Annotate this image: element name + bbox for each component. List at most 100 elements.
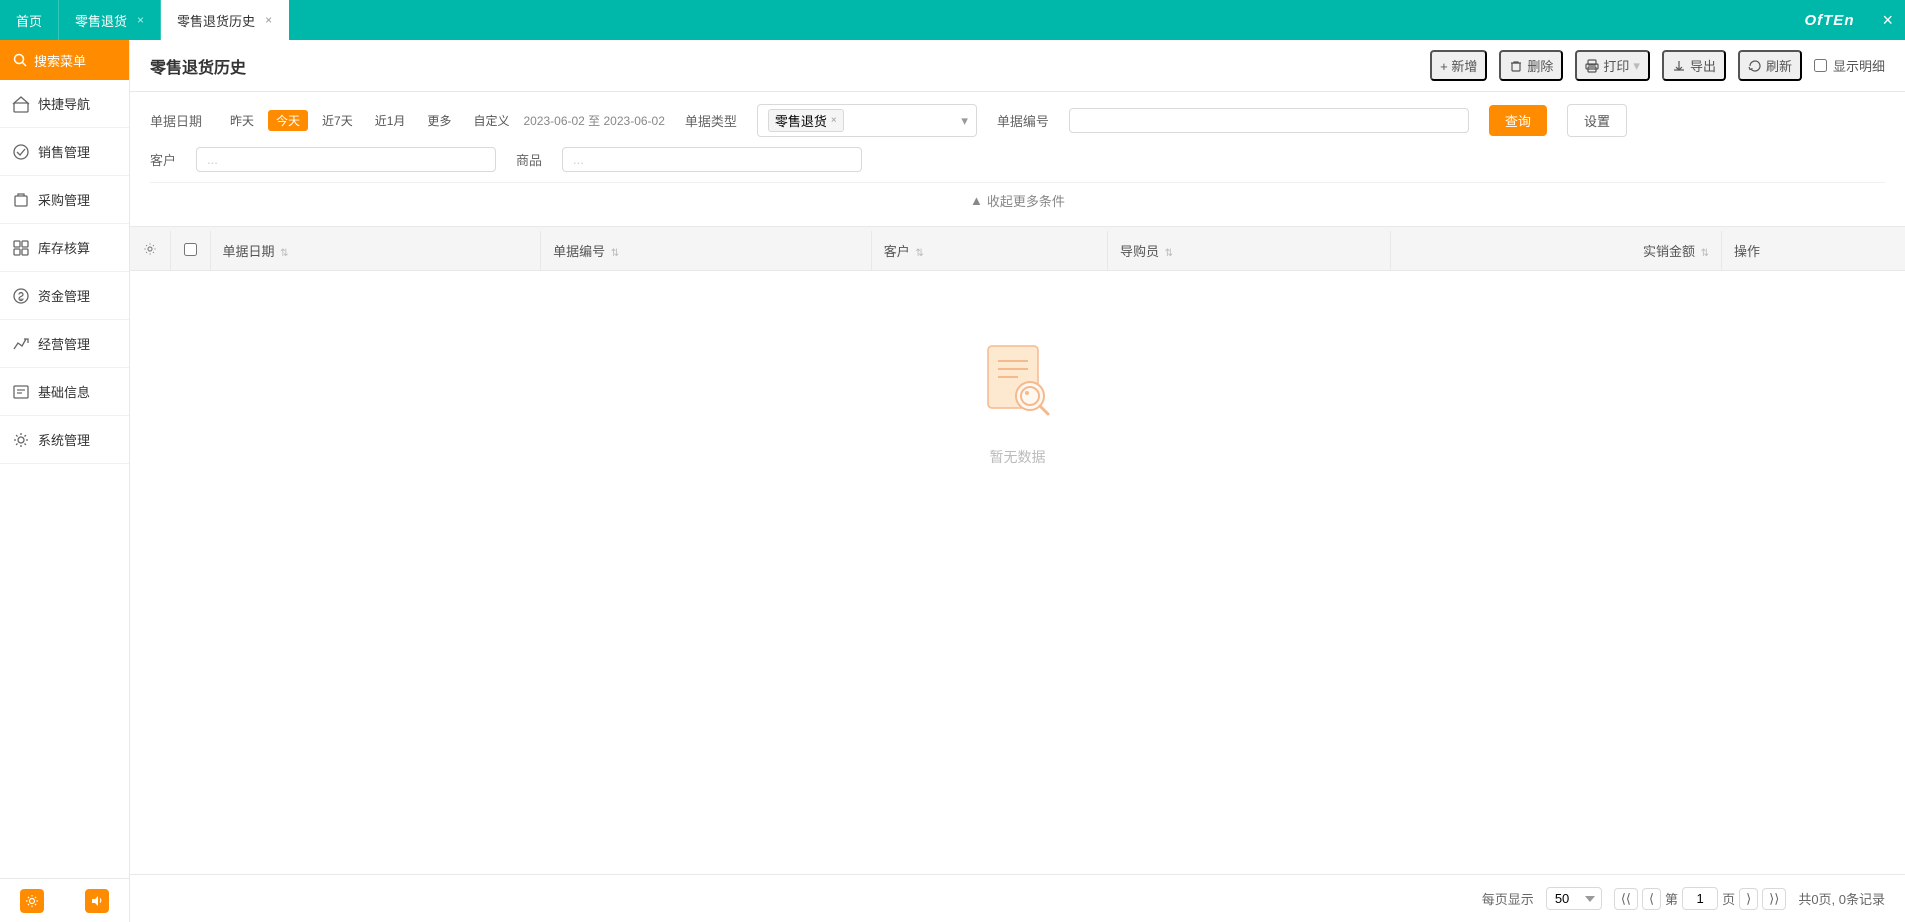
toolbar: + 新增 删除 打印 ▾ [1430, 50, 1885, 81]
sidebar-item-operations[interactable]: 经营管理 [0, 320, 129, 368]
table-area: 单据日期 ⇅ 单据编号 ⇅ 客户 ⇅ [130, 231, 1905, 922]
last-page-button[interactable]: ⟩⟩ [1762, 888, 1786, 910]
sidebar-item-inventory[interactable]: 库存核算 [0, 224, 129, 272]
select-all-checkbox[interactable] [184, 243, 197, 256]
sidebar-item-quick-nav-label: 快捷导航 [38, 94, 90, 113]
page-label: 第 [1665, 889, 1678, 908]
type-dropdown-arrow: ▾ [961, 113, 968, 129]
th-checkbox[interactable] [170, 231, 210, 271]
main-layout: 搜索菜单 快捷导航 销售管理 [0, 40, 1905, 922]
empty-text: 暂无数据 [990, 447, 1046, 467]
th-settings[interactable] [130, 231, 170, 271]
collapse-button[interactable]: ▲ 收起更多条件 [970, 191, 1065, 210]
volume-icon [90, 894, 104, 908]
date-filter-label: 单据日期 [150, 111, 202, 130]
tab-retail-return-history-label: 零售退货历史 [177, 11, 255, 30]
export-icon [1672, 59, 1686, 73]
tab-retail-return-history-close[interactable]: × [265, 13, 272, 27]
query-button[interactable]: 查询 [1489, 105, 1547, 136]
operations-icon [12, 335, 30, 353]
sidebar-item-system[interactable]: 系统管理 [0, 416, 129, 464]
tab-retail-return-close[interactable]: × [137, 13, 144, 27]
date-btn-1month[interactable]: 近1月 [367, 110, 414, 131]
search-icon [12, 52, 28, 68]
print-button[interactable]: 打印 ▾ [1575, 50, 1650, 81]
goods-filter-label: 商品 [516, 150, 542, 169]
delete-icon [1509, 59, 1523, 73]
inventory-icon [12, 239, 30, 257]
refresh-icon [1748, 59, 1762, 73]
number-sort-icon: ⇅ [611, 248, 619, 259]
sidebar-item-sales[interactable]: 销售管理 [0, 128, 129, 176]
tab-retail-return[interactable]: 零售退货 × [59, 0, 161, 40]
sidebar-search[interactable]: 搜索菜单 [0, 40, 129, 80]
sidebar-item-system-label: 系统管理 [38, 430, 90, 449]
tab-home[interactable]: 首页 [0, 0, 59, 40]
display-detail-checkbox[interactable] [1814, 59, 1827, 72]
sidebar-menu: 快捷导航 销售管理 采购管理 [0, 80, 129, 878]
date-range-display: 2023-06-02 至 2023-06-02 [523, 112, 664, 129]
filter-row-1: 单据日期 昨天 今天 近7天 近1月 更多 自定义 2023-06-02 至 2… [150, 104, 1885, 137]
date-btn-yesterday[interactable]: 昨天 [222, 110, 262, 131]
settings-query-button[interactable]: 设置 [1567, 104, 1627, 137]
date-options: 昨天 今天 近7天 近1月 更多 自定义 2023-06-02 至 2023-0… [222, 110, 665, 131]
settings-button[interactable] [20, 889, 44, 913]
customer-placeholder: ... [207, 152, 218, 167]
sidebar-item-finance[interactable]: 资金管理 [0, 272, 129, 320]
filter-area: 单据日期 昨天 今天 近7天 近1月 更多 自定义 2023-06-02 至 2… [130, 92, 1905, 227]
sidebar-item-finance-label: 资金管理 [38, 286, 90, 305]
sidebar-search-label: 搜索菜单 [34, 51, 86, 70]
empty-illustration [968, 331, 1068, 431]
base-info-icon [12, 383, 30, 401]
next-page-button[interactable]: ⟩ [1739, 888, 1758, 910]
tab-retail-return-label: 零售退货 [75, 11, 127, 30]
sidebar: 搜索菜单 快捷导航 销售管理 [0, 40, 130, 922]
new-button[interactable]: + 新增 [1430, 50, 1487, 81]
th-date[interactable]: 单据日期 ⇅ [210, 231, 541, 271]
sidebar-item-base-info[interactable]: 基础信息 [0, 368, 129, 416]
export-button[interactable]: 导出 [1662, 50, 1726, 81]
date-sort-icon: ⇅ [280, 248, 288, 259]
type-tag: 零售退货 × [768, 109, 844, 132]
sales-icon [12, 143, 30, 161]
tab-retail-return-history[interactable]: 零售退货历史 × [161, 0, 289, 40]
table-settings-icon [143, 242, 157, 256]
top-bar: 首页 零售退货 × 零售退货历史 × OfTEn × [0, 0, 1905, 40]
top-bar-right: OfTEn [1804, 12, 1870, 29]
first-page-button[interactable]: ⟨⟨ [1614, 888, 1638, 910]
display-detail-check[interactable]: 显示明细 [1814, 56, 1885, 75]
delete-button[interactable]: 删除 [1499, 50, 1563, 81]
th-customer[interactable]: 客户 ⇅ [871, 231, 1107, 271]
goods-input[interactable]: ... [562, 147, 862, 172]
table-header: 单据日期 ⇅ 单据编号 ⇅ 客户 ⇅ [130, 231, 1905, 271]
sidebar-item-purchase-label: 采购管理 [38, 190, 90, 209]
prev-page-button[interactable]: ⟨ [1642, 888, 1661, 910]
sidebar-item-sales-label: 销售管理 [38, 142, 90, 161]
volume-button[interactable] [85, 889, 109, 913]
voucher-input[interactable] [1069, 108, 1469, 133]
refresh-button[interactable]: 刷新 [1738, 50, 1802, 81]
data-table: 单据日期 ⇅ 单据编号 ⇅ 客户 ⇅ [130, 231, 1905, 271]
date-btn-custom[interactable]: 自定义 [465, 110, 517, 131]
th-amount[interactable]: 实销金额 ⇅ [1391, 231, 1722, 271]
customer-sort-icon: ⇅ [915, 248, 923, 259]
window-close-button[interactable]: × [1870, 10, 1905, 31]
date-btn-7days[interactable]: 近7天 [314, 110, 361, 131]
customer-input[interactable]: ... [196, 147, 496, 172]
content-area: 零售退货历史 + 新增 删除 [130, 40, 1905, 922]
sidebar-bottom [0, 878, 129, 922]
date-btn-today[interactable]: 今天 [268, 110, 308, 131]
sidebar-item-quick-nav[interactable]: 快捷导航 [0, 80, 129, 128]
th-number[interactable]: 单据编号 ⇅ [541, 231, 872, 271]
amount-sort-icon: ⇅ [1701, 248, 1709, 259]
page-number-input[interactable] [1682, 887, 1718, 910]
per-page-select[interactable]: 50 10 20 100 [1546, 887, 1602, 910]
th-guide[interactable]: 导购员 ⇅ [1107, 231, 1390, 271]
type-dropdown[interactable]: 零售退货 × ▾ [757, 104, 977, 137]
brand-logo: OfTEn [1804, 12, 1854, 29]
page-unit-label: 页 [1722, 889, 1735, 908]
type-tag-close[interactable]: × [831, 115, 837, 126]
sidebar-item-purchase[interactable]: 采购管理 [0, 176, 129, 224]
date-btn-more[interactable]: 更多 [419, 110, 459, 131]
print-icon [1585, 59, 1599, 73]
